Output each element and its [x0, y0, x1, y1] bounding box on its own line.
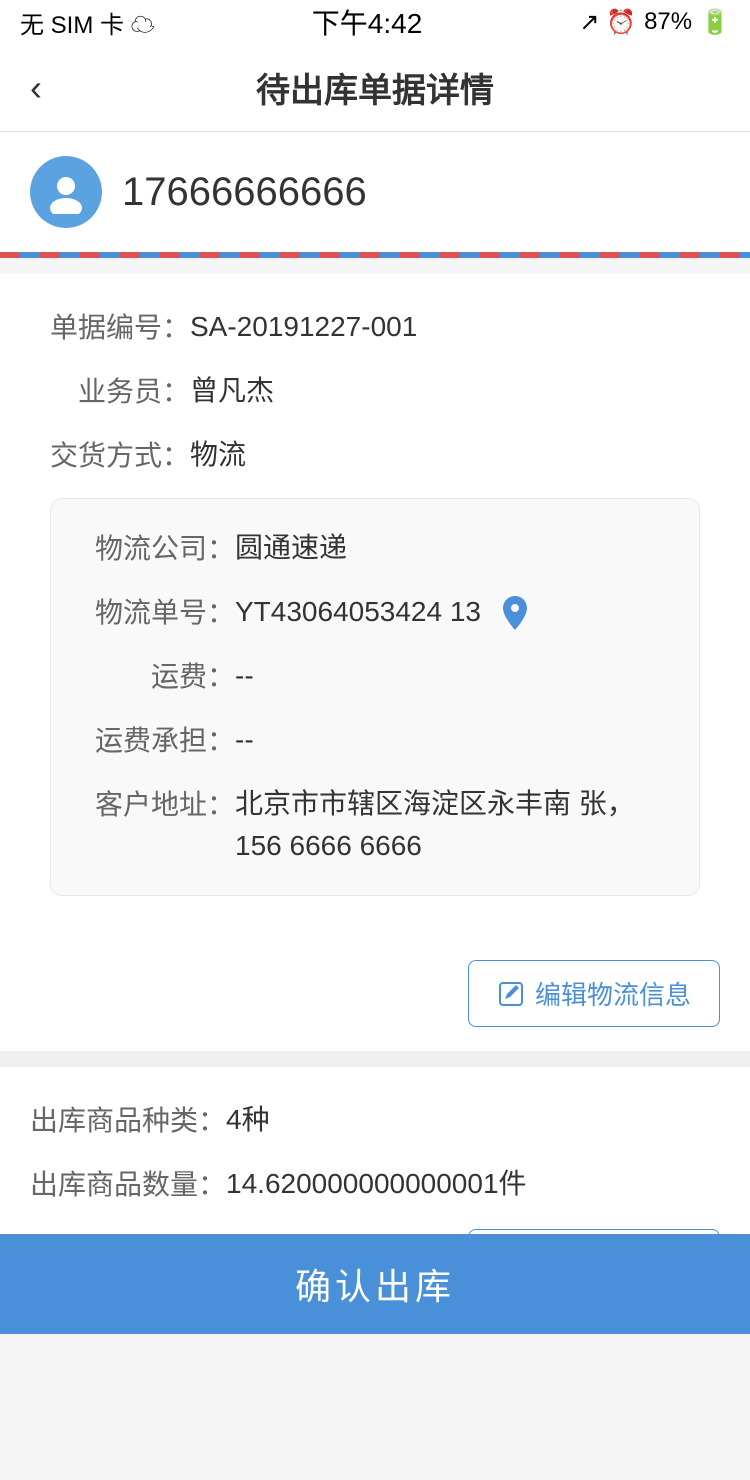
battery-icon: 🔋	[700, 8, 730, 37]
logistics-company-value: 圆通速递	[235, 527, 675, 569]
logistics-card: 物流公司： 圆通速递 物流单号： YT43064053424 13 运费： --…	[50, 498, 700, 896]
address-label: 客户地址：	[75, 783, 235, 823]
document-info-section: 单据编号： SA-20191227-001 业务员： 曾凡杰 交货方式： 物流 …	[0, 274, 750, 944]
logistics-company-row: 物流公司： 圆通速递	[75, 527, 675, 569]
page-title: 待出库单据详情	[256, 63, 494, 112]
status-icons: ↗ ⏰	[579, 8, 636, 37]
salesman-value: 曾凡杰	[190, 370, 720, 412]
document-number-value: SA-20191227-001	[190, 306, 720, 348]
address-value: 北京市市辖区海淀区永丰南 张，156 6666 6666	[235, 783, 675, 867]
dashed-divider	[0, 252, 750, 258]
freight-value: --	[235, 655, 675, 697]
status-bar-time: 下午4:42	[312, 2, 423, 42]
document-number-row: 单据编号： SA-20191227-001	[30, 306, 720, 348]
freight-bearer-row: 运费承担： --	[75, 719, 675, 761]
bottom-spacer	[0, 1320, 750, 1480]
freight-bearer-label: 运费承担：	[75, 719, 235, 759]
tracking-number-row: 物流单号： YT43064053424 13	[75, 591, 675, 633]
goods-quantity-value: 14.620000000000001件	[226, 1163, 720, 1205]
salesman-row: 业务员： 曾凡杰	[30, 370, 720, 412]
edit-btn-wrapper: 编辑物流信息	[0, 944, 750, 1051]
user-phone: 17666666666	[122, 170, 367, 215]
status-bar: 无 SIM 卡 ☁ 下午4:42 ↗ ⏰ 87% 🔋	[0, 0, 750, 44]
goods-quantity-label: 出库商品数量：	[30, 1163, 226, 1203]
confirm-area: 确认出库	[0, 1234, 750, 1334]
delivery-row: 交货方式： 物流	[30, 434, 720, 476]
goods-quantity-row: 出库商品数量： 14.620000000000001件	[30, 1163, 720, 1205]
back-button[interactable]: ‹	[30, 67, 42, 109]
user-section: 17666666666	[0, 132, 750, 252]
tracking-number-value: YT43064053424 13	[235, 591, 675, 633]
freight-row: 运费： --	[75, 655, 675, 697]
confirm-outbound-button[interactable]: 确认出库	[295, 1258, 455, 1310]
salesman-label: 业务员：	[30, 370, 190, 410]
goods-types-label: 出库商品种类：	[30, 1099, 226, 1139]
delivery-value: 物流	[190, 434, 720, 476]
status-bar-right: ↗ ⏰ 87% 🔋	[579, 8, 730, 37]
tracking-number-label: 物流单号：	[75, 591, 235, 631]
edit-logistics-button[interactable]: 编辑物流信息	[468, 960, 720, 1027]
nav-bar: ‹ 待出库单据详情	[0, 44, 750, 132]
avatar	[30, 156, 102, 228]
document-number-label: 单据编号：	[30, 306, 190, 346]
edit-icon	[497, 980, 525, 1008]
section-divider	[0, 1051, 750, 1067]
location-icon[interactable]	[497, 594, 533, 630]
delivery-label: 交货方式：	[30, 434, 190, 474]
goods-types-row: 出库商品种类： 4种	[30, 1099, 720, 1141]
person-icon	[44, 170, 88, 214]
goods-types-value: 4种	[226, 1099, 720, 1141]
sim-status: 无 SIM 卡 ☁	[20, 5, 155, 40]
freight-label: 运费：	[75, 655, 235, 695]
freight-bearer-value: --	[235, 719, 675, 761]
goods-section: 出库商品种类： 4种 出库商品数量： 14.620000000000001件	[0, 1067, 750, 1229]
battery-level: 87%	[644, 8, 692, 36]
address-row: 客户地址： 北京市市辖区海淀区永丰南 张，156 6666 6666	[75, 783, 675, 867]
status-bar-left: 无 SIM 卡 ☁	[20, 5, 155, 40]
logistics-company-label: 物流公司：	[75, 527, 235, 567]
